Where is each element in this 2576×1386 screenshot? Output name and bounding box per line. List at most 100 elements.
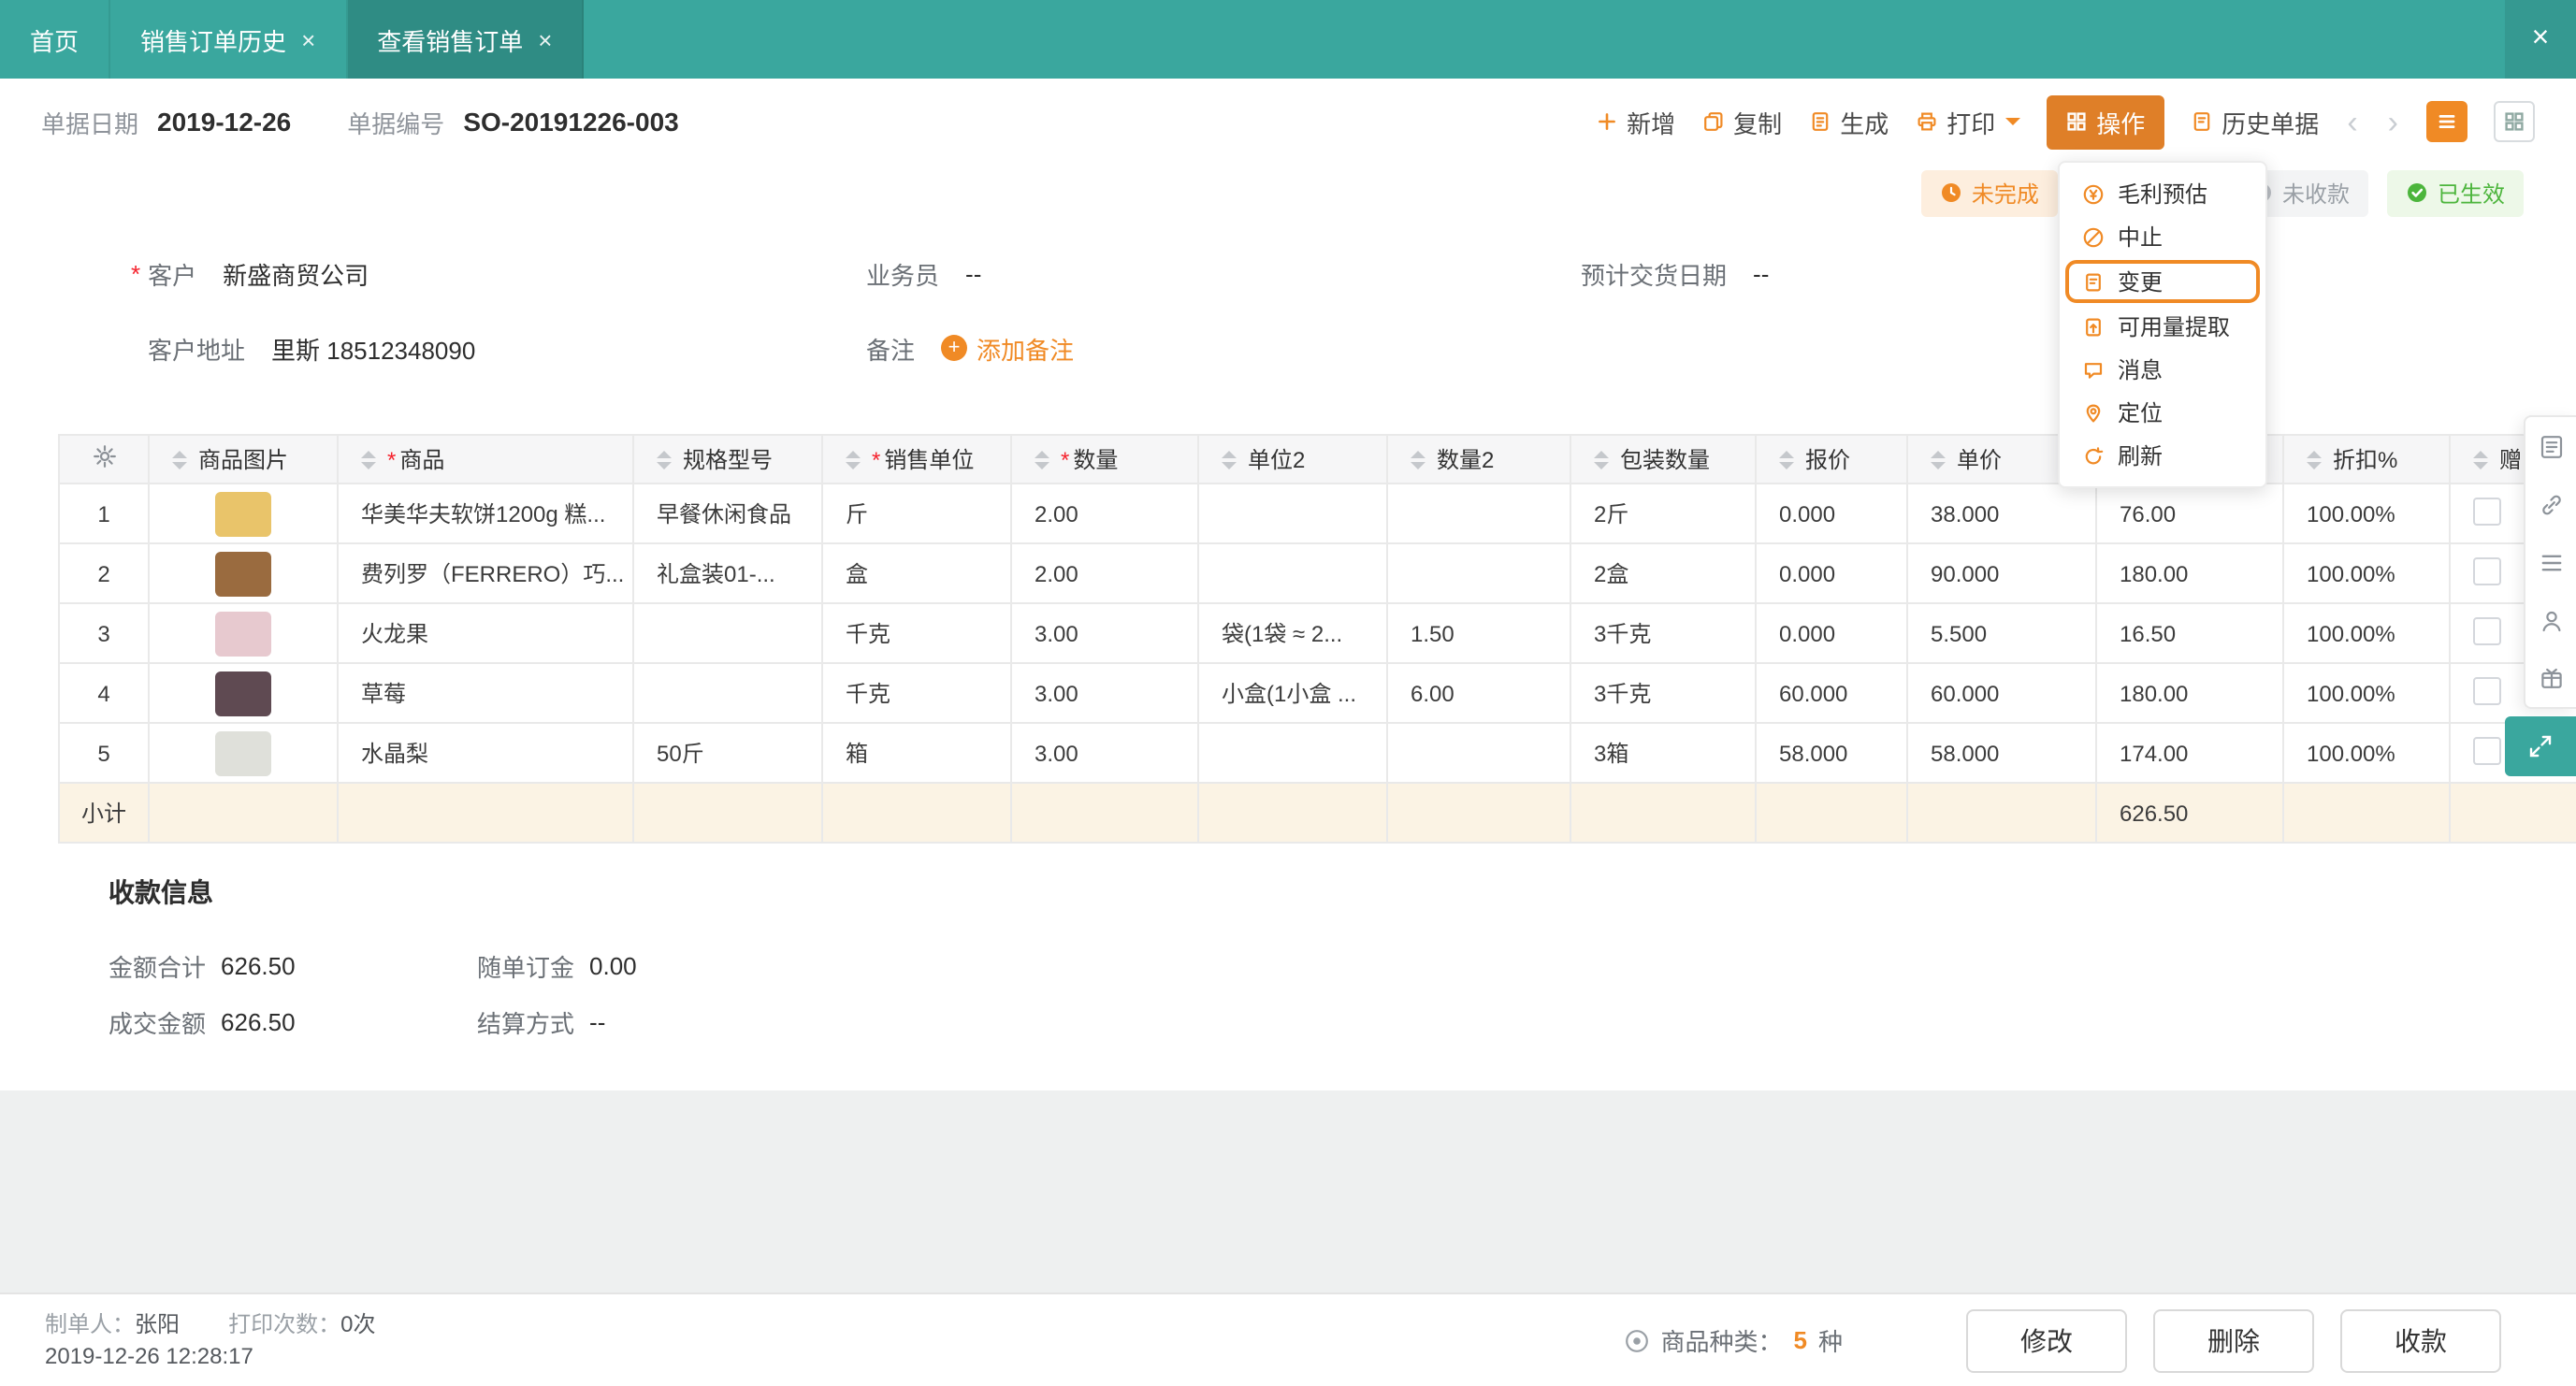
cell-unit2[interactable] [1197,483,1388,544]
column-header-image[interactable]: 商品图片 [148,434,339,484]
table-settings-header[interactable] [58,434,150,484]
cell-spec[interactable] [632,662,823,724]
add-button[interactable]: 新增 [1595,104,1675,139]
cell-spec[interactable]: 早餐休闲食品 [632,483,823,544]
column-header-unit2[interactable]: 单位2 [1197,434,1388,484]
cell-unit2[interactable] [1197,722,1388,784]
column-header-qty2[interactable]: 数量2 [1386,434,1571,484]
sort-icon[interactable] [1594,450,1609,469]
cell-amount[interactable]: 174.00 [2095,722,2284,784]
gift-checkbox[interactable] [2473,736,2501,764]
cell-sale-unit[interactable]: 盒 [821,542,1012,604]
cell-amount[interactable]: 16.50 [2095,602,2284,664]
sort-icon[interactable] [1035,450,1049,469]
cell-discount[interactable]: 100.00% [2282,483,2451,544]
cell-unit-price[interactable]: 58.000 [1906,722,2097,784]
sort-icon[interactable] [2307,450,2322,469]
tab-view-sales-order[interactable]: 查看销售订单 × [347,0,585,79]
menu-item-profit[interactable]: 毛利预估 [2060,172,2265,215]
history-button[interactable]: 历史单据 [2190,104,2319,139]
sort-icon[interactable] [361,450,376,469]
column-header-name[interactable]: * 商品 [337,434,634,484]
sort-icon[interactable] [1411,450,1425,469]
cell-sale-unit[interactable]: 千克 [821,602,1012,664]
cell-discount[interactable]: 100.00% [2282,722,2451,784]
cell-product[interactable]: 费列罗（FERRERO）巧... [337,542,634,604]
cell-unit2[interactable] [1197,542,1388,604]
product-image-dragon-fruit[interactable] [215,611,271,656]
cell-discount[interactable]: 100.00% [2282,542,2451,604]
copy-button[interactable]: 复制 [1701,104,1782,139]
table-row[interactable]: 2 费列罗（FERRERO）巧... 礼盒装01-... 盒 2.00 2盒 0… [58,542,2576,604]
list-view-toggle[interactable] [2426,101,2467,142]
menu-item-stop[interactable]: 中止 [2060,215,2265,258]
cell-qty2[interactable] [1386,483,1571,544]
cell-spec[interactable]: 50斤 [632,722,823,784]
column-header-discount[interactable]: 折扣% [2282,434,2451,484]
sort-icon[interactable] [172,450,187,469]
table-row[interactable]: 4 草莓 千克 3.00 小盒(1小盒 ... 6.00 3千克 60.000 … [58,662,2576,724]
receive-payment-button[interactable]: 收款 [2340,1308,2501,1372]
column-header-qty[interactable]: * 数量 [1010,434,1199,484]
cell-amount[interactable]: 180.00 [2095,542,2284,604]
cell-quote[interactable]: 0.000 [1755,602,1908,664]
column-header-unit[interactable]: * 销售单位 [821,434,1012,484]
cell-pkg-qty[interactable]: 2盒 [1570,542,1757,604]
nav-right-icon[interactable]: › [2386,106,2400,137]
cell-qty[interactable]: 2.00 [1010,483,1199,544]
cell-unit2[interactable]: 小盒(1小盒 ... [1197,662,1388,724]
cell-product[interactable]: 华美华夫软饼1200g 糕... [337,483,634,544]
column-header-quote[interactable]: 报价 [1755,434,1908,484]
cell-spec[interactable] [632,602,823,664]
cell-quote[interactable]: 58.000 [1755,722,1908,784]
cell-sale-unit[interactable]: 斤 [821,483,1012,544]
cell-qty[interactable]: 2.00 [1010,542,1199,604]
cell-amount[interactable]: 180.00 [2095,662,2284,724]
cell-unit2[interactable]: 袋(1袋 ≈ 2... [1197,602,1388,664]
cell-quote[interactable]: 60.000 [1755,662,1908,724]
package-icon[interactable] [2525,649,2576,707]
cell-product[interactable]: 草莓 [337,662,634,724]
cell-qty2[interactable] [1386,722,1571,784]
product-image-crystal-pear[interactable] [215,730,271,775]
generate-button[interactable]: 生成 [1808,104,1889,139]
cell-unit-price[interactable]: 5.500 [1906,602,2097,664]
form-panel-icon[interactable] [2525,417,2576,475]
sort-icon[interactable] [846,450,861,469]
cell-qty[interactable]: 3.00 [1010,662,1199,724]
close-window-icon[interactable]: × [2505,0,2576,79]
sort-icon[interactable] [1931,450,1946,469]
cell-pkg-qty[interactable]: 3箱 [1570,722,1757,784]
user-icon[interactable] [2525,591,2576,649]
menu-item-locate[interactable]: 定位 [2060,391,2265,434]
cell-qty[interactable]: 3.00 [1010,722,1199,784]
cell-sale-unit[interactable]: 千克 [821,662,1012,724]
sort-icon[interactable] [2473,450,2488,469]
column-header-spec[interactable]: 规格型号 [632,434,823,484]
product-image-waffle-cookies[interactable] [215,491,271,536]
table-row[interactable]: 3 火龙果 千克 3.00 袋(1袋 ≈ 2... 1.50 3千克 0.000… [58,602,2576,664]
cell-qty2[interactable]: 1.50 [1386,602,1571,664]
close-tab-icon[interactable]: × [538,27,552,51]
add-note-button[interactable]: + 添加备注 [941,330,1074,366]
cell-unit-price[interactable]: 90.000 [1906,542,2097,604]
expand-icon[interactable] [2505,716,2576,776]
gift-checkbox[interactable] [2473,556,2501,585]
cell-pkg-qty[interactable]: 3千克 [1570,662,1757,724]
cell-qty2[interactable]: 6.00 [1386,662,1571,724]
gift-checkbox[interactable] [2473,497,2501,525]
cell-unit-price[interactable]: 38.000 [1906,483,2097,544]
cell-sale-unit[interactable]: 箱 [821,722,1012,784]
table-row[interactable]: 5 水晶梨 50斤 箱 3.00 3箱 58.000 58.000 174.00… [58,722,2576,784]
column-header-pkg_qty[interactable]: 包装数量 [1570,434,1757,484]
link-icon[interactable] [2525,475,2576,533]
nav-left-icon[interactable]: ‹ [2345,106,2359,137]
cell-pkg-qty[interactable]: 2斤 [1570,483,1757,544]
cell-quote[interactable]: 0.000 [1755,483,1908,544]
tab-home[interactable]: 首页 [0,0,111,79]
product-image-strawberry[interactable] [215,671,271,715]
grid-view-toggle[interactable] [2494,101,2535,142]
print-button[interactable]: 打印 [1915,104,2020,139]
product-image-ferrero-chocolate[interactable] [215,551,271,596]
cell-qty2[interactable] [1386,542,1571,604]
